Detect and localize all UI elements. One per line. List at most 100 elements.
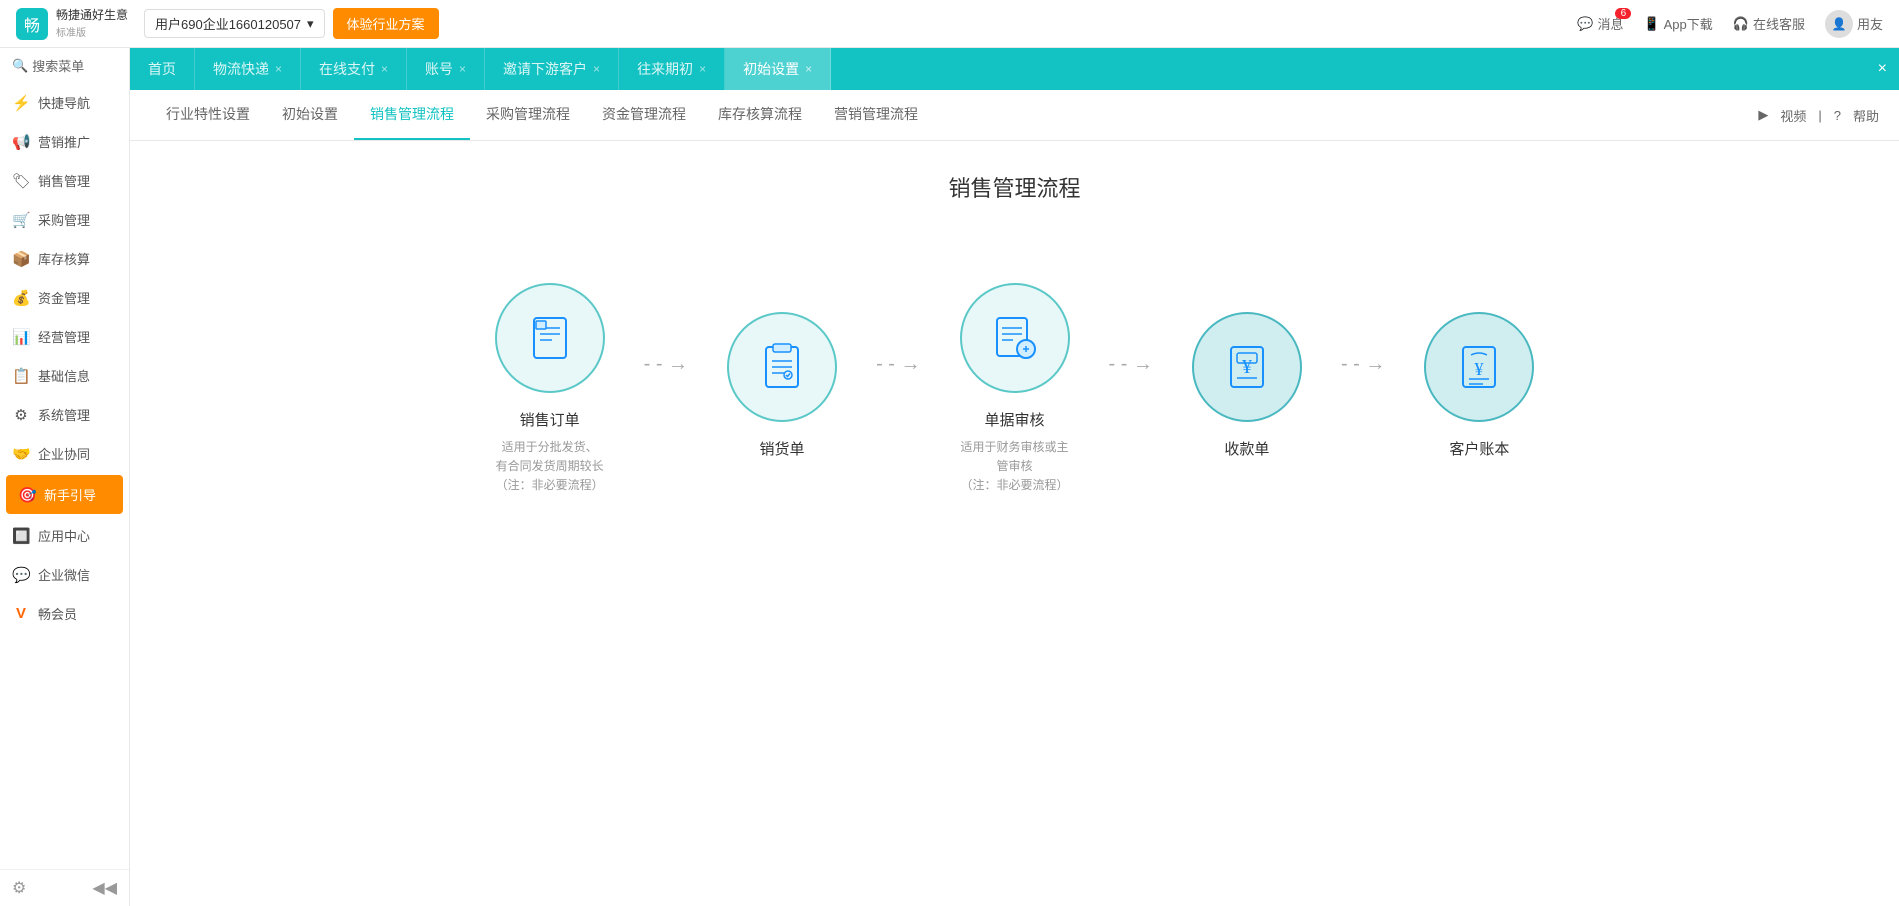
- tab-logistics[interactable]: 物流快递 ×: [195, 48, 301, 90]
- vip-icon: V: [12, 605, 30, 622]
- sidebar-bottom: ⚙ ◀◀: [0, 869, 129, 906]
- nav-tabs-bar: 首页 物流快递 × 在线支付 × 账号 × 邀请下游客户 × 往来期初 ×: [130, 48, 1899, 90]
- sub-tab-purchase-flow[interactable]: 采购管理流程: [470, 90, 586, 140]
- tab-payment-close[interactable]: ×: [381, 62, 388, 76]
- tab-period[interactable]: 往来期初 ×: [619, 48, 725, 90]
- avatar: 👤: [1825, 10, 1853, 38]
- sub-tab-inventory-flow[interactable]: 库存核算流程: [702, 90, 818, 140]
- inventory-icon: 📦: [12, 250, 30, 268]
- logo-icon: 畅: [16, 8, 48, 40]
- sales-icon: 🏷: [12, 172, 30, 190]
- flow-arrow-3: - - →: [1109, 353, 1153, 376]
- message-badge: 6: [1615, 8, 1631, 19]
- sidebar: 🔍 搜索菜单 ⚡ 快捷导航 📢 营销推广 🏷 销售管理 🛒 采购管理 📦: [0, 48, 130, 906]
- video-link[interactable]: 视频: [1780, 106, 1806, 125]
- tab-account-close[interactable]: ×: [459, 62, 466, 76]
- tab-home[interactable]: 首页: [130, 48, 195, 90]
- flow-label-receipt: 收款单: [1224, 438, 1269, 459]
- logo-text: 畅捷通好生意 标准版: [56, 8, 128, 39]
- sidebar-item-app-center[interactable]: 🔲 应用中心: [0, 516, 129, 555]
- sidebar-nav: ⚡ 快捷导航 📢 营销推广 🏷 销售管理 🛒 采购管理 📦 库存核算 💰: [0, 83, 129, 869]
- help-icon: ?: [1834, 108, 1841, 123]
- purchase-icon: 🛒: [12, 211, 30, 229]
- sidebar-item-guide[interactable]: 🎯 新手引导: [6, 475, 123, 514]
- dropdown-icon: ▾: [307, 16, 314, 32]
- page-title: 销售管理流程: [170, 171, 1859, 203]
- tab-account[interactable]: 账号 ×: [407, 48, 485, 90]
- flow-label-review: 单据审核: [984, 409, 1044, 430]
- sidebar-item-quick-nav[interactable]: ⚡ 快捷导航: [0, 83, 129, 122]
- sidebar-item-sales[interactable]: 🏷 销售管理: [0, 161, 129, 200]
- sidebar-item-operations[interactable]: 📊 经营管理: [0, 317, 129, 356]
- app-center-icon: 🔲: [12, 527, 30, 545]
- operations-icon: 📊: [12, 328, 30, 346]
- user-selector[interactable]: 用户690企业1660120507 ▾: [144, 9, 325, 38]
- marketing-icon: 📢: [12, 133, 30, 151]
- flow-circle-delivery[interactable]: [727, 312, 837, 422]
- app-download-action[interactable]: 📱 App下载: [1643, 14, 1712, 33]
- sidebar-item-purchase[interactable]: 🛒 采购管理: [0, 200, 129, 239]
- flow-arrow-4: - - →: [1341, 353, 1385, 376]
- tab-period-close[interactable]: ×: [699, 62, 706, 76]
- flow-circle-receipt[interactable]: ¥: [1192, 312, 1302, 422]
- quick-nav-icon: ⚡: [12, 94, 30, 112]
- sidebar-item-collab[interactable]: 🤝 企业协同: [0, 434, 129, 473]
- svg-text:¥: ¥: [1475, 359, 1484, 379]
- trial-button[interactable]: 体验行业方案: [333, 8, 439, 39]
- sub-tabs-right: ▶ 视频 | ? 帮助: [1758, 106, 1879, 125]
- sidebar-item-wechat[interactable]: 💬 企业微信: [0, 555, 129, 594]
- tab-invite[interactable]: 邀请下游客户 ×: [485, 48, 619, 90]
- flow-item-sales-order: 销售订单 适用于分批发货、有合同发货周期较长（注：非必要流程）: [460, 283, 640, 496]
- flow-circle-account[interactable]: ¥: [1424, 312, 1534, 422]
- wechat-icon: 💬: [12, 566, 30, 584]
- flow-desc-sales-order: 适用于分批发货、有合同发货周期较长（注：非必要流程）: [496, 438, 604, 496]
- tab-init-close[interactable]: ×: [805, 62, 812, 76]
- user-avatar-action[interactable]: 👤 用友: [1825, 10, 1883, 38]
- flow-circle-sales-order[interactable]: [495, 283, 605, 393]
- flow-label-sales-order: 销售订单: [520, 409, 580, 430]
- sub-tab-marketing-flow[interactable]: 营销管理流程: [818, 90, 934, 140]
- guide-icon: 🎯: [18, 486, 36, 504]
- page-content: 销售管理流程: [130, 141, 1899, 546]
- message-action[interactable]: 💬 消息 6: [1577, 14, 1623, 33]
- settings-bottom-icon[interactable]: ⚙: [12, 878, 26, 898]
- flow-circle-review[interactable]: [960, 283, 1070, 393]
- header-right: 💬 消息 6 📱 App下载 🎧 在线客服 👤 用友: [1577, 10, 1883, 38]
- sidebar-search[interactable]: 🔍 搜索菜单: [0, 48, 129, 83]
- flow-item-account: ¥ 客户账本: [1389, 312, 1569, 467]
- sidebar-item-system[interactable]: ⚙ 系统管理: [0, 395, 129, 434]
- tab-invite-close[interactable]: ×: [593, 62, 600, 76]
- main-content: 首页 物流快递 × 在线支付 × 账号 × 邀请下游客户 × 往来期初 ×: [130, 48, 1899, 906]
- flow-item-receipt: ¥ 收款单: [1157, 312, 1337, 467]
- online-service-action[interactable]: 🎧 在线客服: [1733, 14, 1805, 33]
- sidebar-item-finance[interactable]: 💰 资金管理: [0, 278, 129, 317]
- sidebar-item-basic-info[interactable]: 📋 基础信息: [0, 356, 129, 395]
- sidebar-item-vip[interactable]: V 畅会员: [0, 594, 129, 633]
- top-header: 畅 畅捷通好生意 标准版 用户690企业1660120507 ▾ 体验行业方案 …: [0, 0, 1899, 48]
- sub-tab-sales-flow[interactable]: 销售管理流程: [354, 90, 470, 140]
- basic-info-icon: 📋: [12, 367, 30, 385]
- flow-item-review: 单据审核 适用于财务审核或主管审核（注：非必要流程）: [925, 283, 1105, 496]
- search-icon: 🔍: [12, 58, 28, 74]
- collapse-icon[interactable]: ◀◀: [92, 878, 117, 898]
- message-icon: 💬: [1577, 16, 1593, 32]
- help-link[interactable]: 帮助: [1853, 106, 1879, 125]
- flow-label-delivery: 销货单: [760, 438, 805, 459]
- sidebar-item-inventory[interactable]: 📦 库存核算: [0, 239, 129, 278]
- flow-item-delivery: 销货单: [692, 312, 872, 467]
- sub-tab-finance-flow[interactable]: 资金管理流程: [586, 90, 702, 140]
- flow-diagram: 销售订单 适用于分批发货、有合同发货周期较长（注：非必要流程） - - →: [170, 263, 1859, 516]
- flow-desc-review: 适用于财务审核或主管审核（注：非必要流程）: [960, 438, 1068, 496]
- sub-tab-init[interactable]: 初始设置: [266, 90, 354, 140]
- tab-init[interactable]: 初始设置 ×: [725, 48, 831, 90]
- flow-arrow-1: - - →: [644, 353, 688, 376]
- svg-text:¥: ¥: [1242, 356, 1252, 378]
- video-icon: ▶: [1758, 107, 1768, 123]
- tab-payment[interactable]: 在线支付 ×: [301, 48, 407, 90]
- layout: 🔍 搜索菜单 ⚡ 快捷导航 📢 营销推广 🏷 销售管理 🛒 采购管理 📦: [0, 48, 1899, 906]
- tabs-close-all[interactable]: ×: [1866, 48, 1899, 90]
- sidebar-item-marketing[interactable]: 📢 营销推广: [0, 122, 129, 161]
- finance-icon: 💰: [12, 289, 30, 307]
- sub-tab-industry[interactable]: 行业特性设置: [150, 90, 266, 140]
- tab-logistics-close[interactable]: ×: [275, 62, 282, 76]
